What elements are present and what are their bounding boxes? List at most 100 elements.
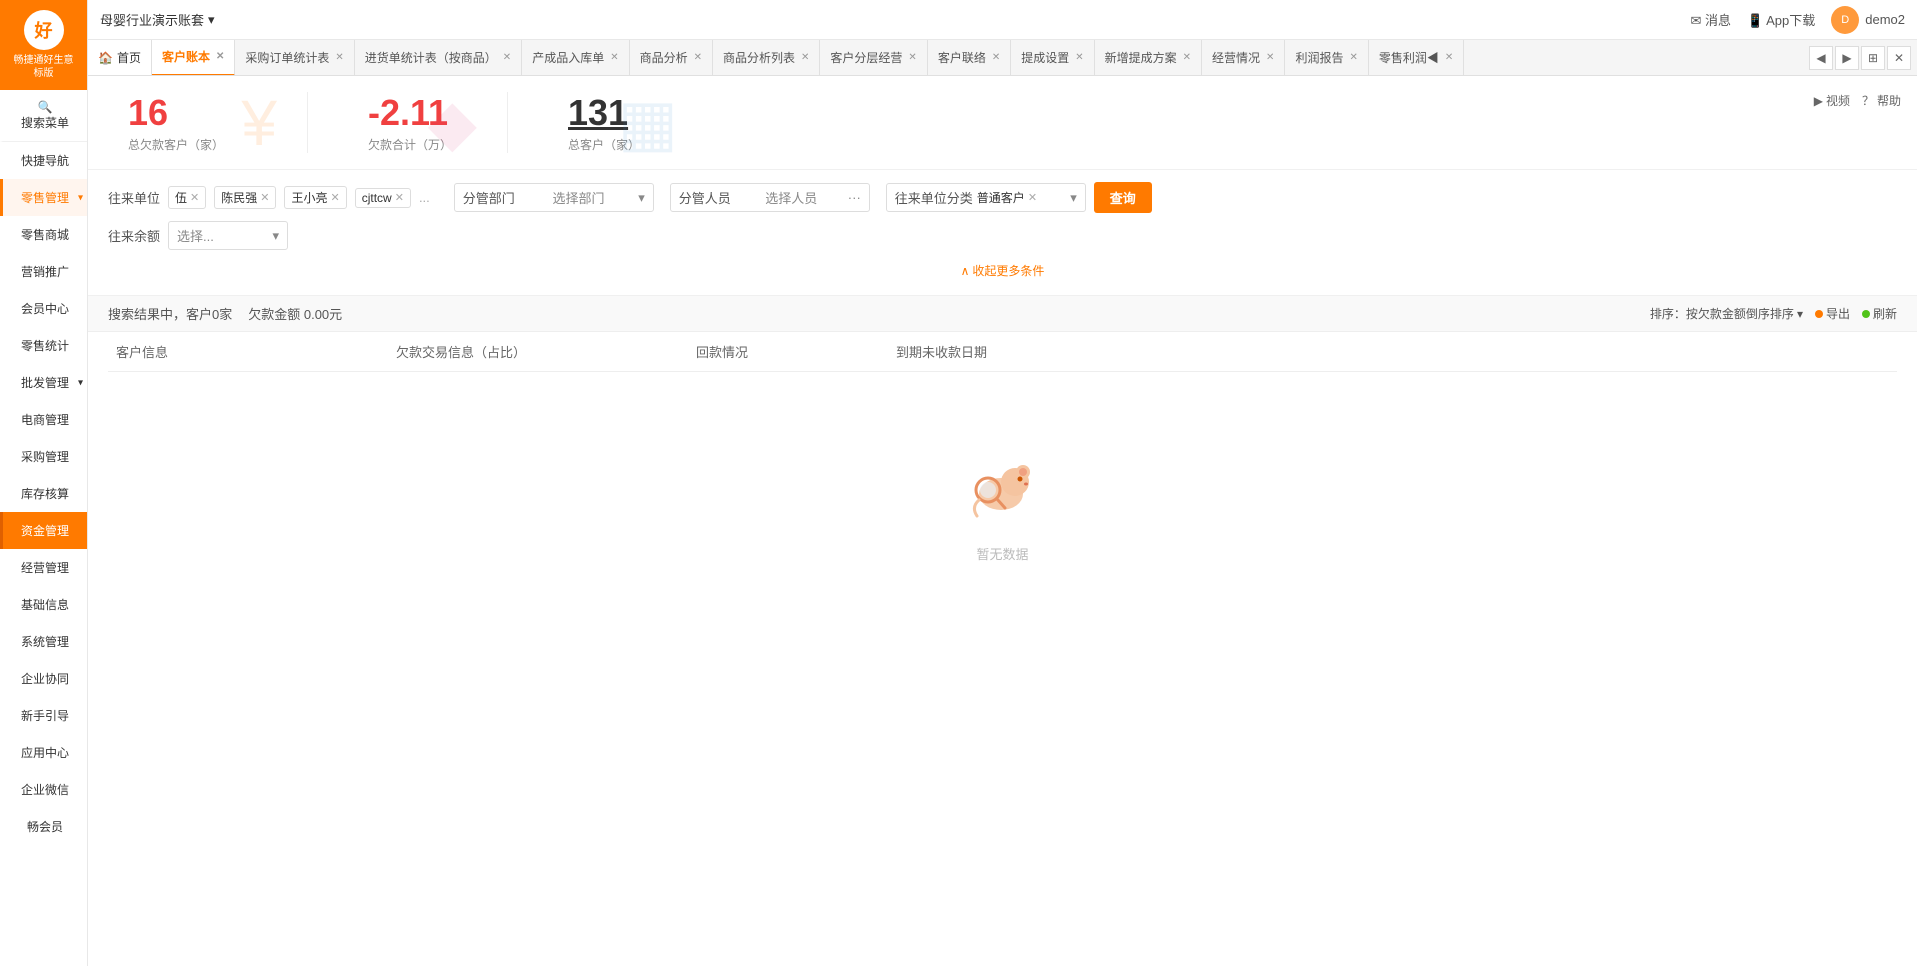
sidebar-item-operations[interactable]: 经营管理 [0,549,87,586]
user-area[interactable]: D demo2 [1831,6,1905,34]
message-label: 消息 [1705,13,1731,28]
export-label: 导出 [1826,305,1850,322]
col-repayment: 回款情况 [688,342,888,361]
topbar-right: ✉ 消息 📱 App下载 D demo2 [1690,6,1905,34]
sidebar-item-search[interactable]: 🔍 搜索菜单 [0,90,87,142]
sidebar-item-basic-info[interactable]: 基础信息 [0,586,87,623]
tab-close-all-btn[interactable]: ✕ [1887,46,1911,70]
sort-btn[interactable]: 排序：按欠款金额倒序排序 ▾ [1650,305,1803,322]
tab-close-customer-accounts[interactable]: ✕ [216,51,224,62]
sidebar-item-enterprise[interactable]: 企业协同 [0,660,87,697]
tab-product-list[interactable]: 商品分析列表 ✕ [713,40,820,76]
sidebar-item-label: 零售统计 [9,337,81,354]
tab-next-btn[interactable]: ▶ [1835,46,1859,70]
filter-more-btn[interactable]: ... [419,190,430,205]
tab-product-analysis[interactable]: 商品分析 ✕ [630,40,713,76]
message-btn[interactable]: ✉ 消息 [1690,10,1731,29]
filter-tag-normal-close[interactable]: ✕ [1028,191,1037,204]
tab-close-np[interactable]: ✕ [1183,52,1191,63]
empty-text: 暂无数据 [976,544,1028,563]
video-btn[interactable]: ▶ 视频 [1814,92,1850,109]
tab-close-ct[interactable]: ✕ [908,52,916,63]
tab-close-op[interactable]: ✕ [1266,52,1274,63]
export-btn[interactable]: 导出 [1815,305,1850,322]
tab-new-promo[interactable]: 新增提成方案 ✕ [1095,40,1202,76]
sidebar-item-marketing[interactable]: 营销推广 [0,253,87,290]
filter-tag-chenminqiang-close[interactable]: ✕ [260,191,269,204]
sidebar-item-system[interactable]: 系统管理 [0,623,87,660]
sidebar: 好 畅捷通好生意 标版 🔍 搜索菜单 快捷导航 零售管理 零售商城 营销推广 会… [0,0,88,966]
tab-close-inbound[interactable]: ✕ [503,52,511,63]
tab-promo-settings[interactable]: 提成设置 ✕ [1011,40,1094,76]
tab-close-cc[interactable]: ✕ [992,52,1000,63]
tab-prev-btn[interactable]: ◀ [1809,46,1833,70]
sidebar-item-retail-mgmt[interactable]: 零售管理 [0,179,87,216]
topbar: 母婴行业演示账套 ▾ ✉ 消息 📱 App下载 D demo2 [88,0,1917,40]
unit-class-dropdown[interactable]: 往来单位分类 普通客户 ✕ ▾ [886,183,1086,212]
sidebar-item-label: 零售管理 [9,189,81,206]
app-download-label: App下载 [1766,13,1815,28]
sidebar-item-label: 电商管理 [9,411,81,428]
tab-new-promo-label: 新增提成方案 [1105,49,1177,66]
manager-dropdown[interactable]: 分管人员 选择人员 ··· [670,183,870,212]
tab-operations[interactable]: 经营情况 ✕ [1202,40,1285,76]
content-area: ¥ 16 总欠款客户（家） ◆ -2.11 欠款合计（万） ▦ 131 总客户（… [88,76,1917,966]
filter-tag-unit1-close[interactable]: ✕ [190,191,199,204]
tab-close-ps[interactable]: ✕ [1075,52,1083,63]
filter-tag-chenminqiang: 陈民强 ✕ [214,186,276,209]
sidebar-item-app-center[interactable]: 应用中心 [0,734,87,771]
tab-production[interactable]: 产成品入库单 ✕ [522,40,629,76]
sidebar-item-quick-nav[interactable]: 快捷导航 [0,142,87,179]
tab-expand-btn[interactable]: ⊞ [1861,46,1885,70]
tab-close-rp[interactable]: ✕ [1445,52,1453,63]
tab-close-production[interactable]: ✕ [610,52,618,63]
dept-placeholder: 选择部门 [553,188,605,207]
tab-home[interactable]: 🏠 首页 [88,40,152,76]
sidebar-item-ecommerce[interactable]: 电商管理 [0,401,87,438]
sidebar-item-retail-stats[interactable]: 零售统计 [0,327,87,364]
filter-tag-wangxiaoliang-close[interactable]: ✕ [331,191,340,204]
tab-close-pa[interactable]: ✕ [694,52,702,63]
sidebar-item-label: 基础信息 [9,596,81,613]
filter-tag-cjttcw-close[interactable]: ✕ [395,191,404,204]
sidebar-item-capital[interactable]: 资金管理 [0,512,87,549]
filter-tag-unit1-text: 伍 [175,189,187,206]
tab-close-purchase[interactable]: ✕ [335,52,343,63]
app-download-btn[interactable]: 📱 App下载 [1747,10,1815,29]
sidebar-item-retail-mall[interactable]: 零售商城 [0,216,87,253]
tab-retail-profit[interactable]: 零售利润◀ ✕ [1369,40,1464,76]
dropdown-icon: ▾ [208,12,215,28]
sidebar-item-wechat[interactable]: 企业微信 [0,771,87,808]
sidebar-item-label: 资金管理 [9,522,81,539]
sidebar-item-new-guide[interactable]: 新手引导 [0,697,87,734]
account-selector[interactable]: 母婴行业演示账套 ▾ [100,10,215,29]
tab-customer-contact[interactable]: 客户联络 ✕ [928,40,1011,76]
sidebar-item-purchase[interactable]: 采购管理 [0,438,87,475]
tab-customer-tier[interactable]: 客户分层经营 ✕ [820,40,927,76]
stat-bg-diamond-icon: ◆ [428,85,477,160]
tab-inbound-stats[interactable]: 进货单统计表（按商品） ✕ [355,40,522,76]
video-label: 视频 [1826,92,1850,109]
filter-tag-chenminqiang-text: 陈民强 [221,189,257,206]
manager-label: 分管人员 [679,188,731,207]
sidebar-item-member[interactable]: 会员中心 [0,290,87,327]
tab-close-pr[interactable]: ✕ [1349,52,1357,63]
unit-class-dropdown-icon: ▾ [1070,190,1077,206]
help-btn[interactable]: ？ 帮助 [1862,92,1901,109]
sidebar-item-label: 畅会员 [9,818,81,835]
collapse-btn[interactable]: ∧ 收起更多条件 [961,258,1045,283]
query-button[interactable]: 查询 [1094,182,1152,213]
stat-total-customers: ¥ 16 总欠款客户（家） [108,92,308,153]
sidebar-item-wholesale[interactable]: 批发管理 [0,364,87,401]
sort-icon: ▾ [1797,307,1803,321]
sidebar-item-inventory[interactable]: 库存核算 [0,475,87,512]
stat-num-customers: 16 [128,92,168,134]
tab-purchase-orders[interactable]: 采购订单统计表 ✕ [235,40,354,76]
balance-dropdown[interactable]: 选择... ▾ [168,221,288,250]
sidebar-item-vip[interactable]: 畅会员 [0,808,87,845]
refresh-btn[interactable]: 刷新 [1862,305,1897,322]
tab-customer-accounts[interactable]: 客户账本 ✕ [152,40,235,76]
dept-dropdown[interactable]: 分管部门 选择部门 ▾ [454,183,654,212]
tab-profit-report[interactable]: 利润报告 ✕ [1285,40,1368,76]
tab-close-pl[interactable]: ✕ [801,52,809,63]
